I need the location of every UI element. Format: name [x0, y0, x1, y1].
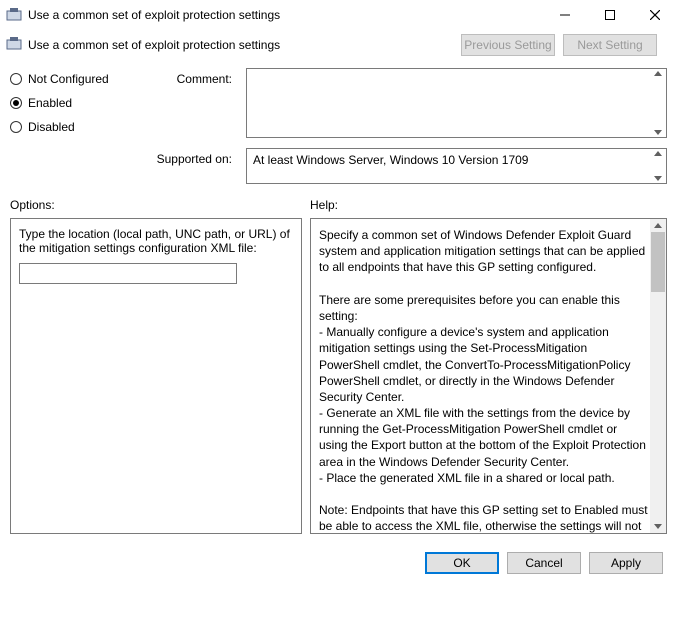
dialog-footer: OK Cancel Apply [0, 542, 677, 584]
previous-setting-button[interactable]: Previous Setting [461, 34, 555, 56]
radio-enabled[interactable]: Enabled [10, 96, 138, 110]
help-text: There are some prerequisites before you … [319, 292, 648, 324]
maximize-button[interactable] [587, 0, 632, 30]
supported-on-box: At least Windows Server, Windows 10 Vers… [246, 148, 667, 184]
next-setting-button[interactable]: Next Setting [563, 34, 657, 56]
help-text: Note: Endpoints that have this GP settin… [319, 502, 648, 534]
help-scrollbar[interactable] [650, 219, 666, 533]
help-text: - Place the generated XML file in a shar… [319, 470, 648, 486]
cancel-button[interactable]: Cancel [507, 552, 581, 574]
help-text: - Manually configure a device's system a… [319, 324, 648, 405]
options-panel: Type the location (local path, UNC path,… [10, 218, 302, 534]
help-text: Specify a common set of Windows Defender… [319, 227, 648, 276]
scroll-up-icon [654, 223, 662, 228]
apply-button[interactable]: Apply [589, 552, 663, 574]
options-label: Options: [10, 198, 310, 212]
supported-on-text: At least Windows Server, Windows 10 Vers… [253, 153, 528, 167]
radio-disabled-label: Disabled [28, 120, 75, 134]
help-text: - Generate an XML file with the settings… [319, 405, 648, 470]
subtitle-text: Use a common set of exploit protection s… [28, 38, 280, 52]
radio-not-configured[interactable]: Not Configured [10, 72, 138, 86]
scroll-down-icon [654, 176, 662, 181]
supported-label: Supported on: [152, 148, 232, 184]
subtitle-bar: Use a common set of exploit protection s… [0, 30, 677, 64]
policy-icon [6, 36, 22, 55]
close-button[interactable] [632, 0, 677, 30]
xml-path-input[interactable] [19, 263, 237, 284]
scroll-down-icon [654, 130, 662, 135]
scroll-up-icon [654, 71, 662, 76]
radio-disabled[interactable]: Disabled [10, 120, 138, 134]
app-icon [6, 7, 22, 23]
comment-textarea[interactable] [246, 68, 667, 138]
radio-not-configured-label: Not Configured [28, 72, 109, 86]
title-bar: Use a common set of exploit protection s… [0, 0, 677, 30]
help-panel: Specify a common set of Windows Defender… [310, 218, 667, 534]
scroll-down-icon [654, 524, 662, 529]
minimize-button[interactable] [542, 0, 587, 30]
comment-label: Comment: [152, 68, 232, 138]
help-label: Help: [310, 198, 667, 212]
radio-enabled-label: Enabled [28, 96, 72, 110]
scrollbar-thumb[interactable] [651, 232, 665, 292]
ok-button[interactable]: OK [425, 552, 499, 574]
options-prompt: Type the location (local path, UNC path,… [19, 227, 293, 255]
scroll-up-icon [654, 151, 662, 156]
state-radio-group: Not Configured Enabled Disabled [10, 68, 138, 138]
window-title: Use a common set of exploit protection s… [28, 8, 542, 22]
